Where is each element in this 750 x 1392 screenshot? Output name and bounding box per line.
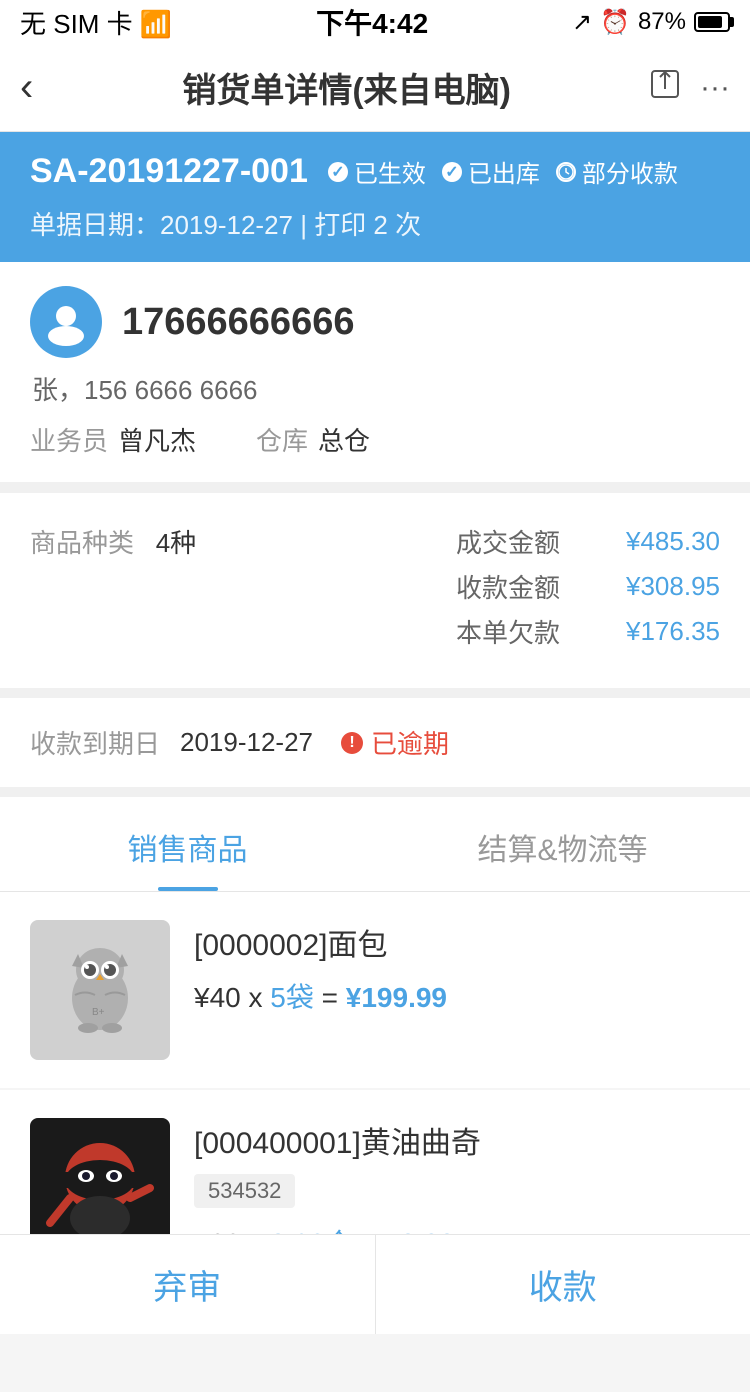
tabs-row: 销售商品 结算&物流等 (0, 797, 750, 891)
share-button[interactable] (650, 69, 680, 107)
status-left: 无 SIM 卡 📶 (20, 4, 172, 41)
collect-button[interactable]: 收款 (376, 1235, 750, 1334)
check-icon: ✓ (328, 162, 348, 182)
received-value: ¥308.95 (580, 571, 720, 602)
tab-sales-products[interactable]: 销售商品 (0, 797, 375, 891)
overdue-badge: ! 已逾期 (329, 720, 461, 765)
alarm-icon: ⏰ (600, 8, 630, 37)
salesperson-label: 业务员 (30, 421, 108, 458)
overdue-icon: ! (341, 732, 363, 754)
stats-section: 商品种类 4种 成交金额 ¥485.30 收款金额 ¥308.95 本单欠款 ¥… (0, 493, 750, 698)
status-time: 下午4:42 (316, 2, 428, 42)
product-card-bread: B+ [0000002]面包 ¥40 x 5袋 = ¥199.99 (0, 892, 750, 1088)
check-icon-2: ✓ (442, 162, 462, 182)
reject-button[interactable]: 弃审 (0, 1235, 376, 1334)
customer-avatar (30, 286, 102, 358)
owed-value: ¥176.35 (580, 616, 720, 647)
warehouse-label: 仓库 (256, 421, 308, 458)
divider-1 (0, 483, 750, 493)
more-button[interactable]: ··· (700, 71, 730, 105)
received-label: 收款金额 (456, 568, 560, 605)
price-value: ¥40 (194, 982, 241, 1013)
doc-date: 单据日期：2019-12-27 | 打印 2 次 (30, 205, 720, 242)
back-button[interactable]: ‹ (20, 65, 43, 110)
product-name-bread: [0000002]面包 (194, 920, 720, 964)
deal-value: ¥485.30 (580, 526, 720, 557)
status-right: ↗ ⏰ 87% (572, 8, 730, 37)
deal-amount: 成交金额 ¥485.30 (456, 523, 720, 560)
product-price-bread: ¥40 x 5袋 = ¥199.99 (194, 976, 720, 1016)
stats-row: 商品种类 4种 成交金额 ¥485.30 收款金额 ¥308.95 本单欠款 ¥… (30, 523, 720, 658)
clock-icon (556, 162, 576, 182)
tabs-section: 销售商品 结算&物流等 (0, 797, 750, 892)
header-banner: SA-20191227-001 ✓ 已生效 ✓ 已出库 部分收款 单据日期 (0, 132, 750, 262)
due-date-value: 2019-12-27 (180, 727, 313, 758)
customer-name-phone: 张，156 6666 6666 (30, 370, 720, 407)
owed-label: 本单欠款 (456, 613, 560, 650)
svg-text:B+: B+ (92, 1007, 105, 1018)
badge-partial: 部分收款 (556, 154, 678, 189)
stats-right: 成交金额 ¥485.30 收款金额 ¥308.95 本单欠款 ¥176.35 (456, 523, 720, 658)
nav-actions: ··· (650, 69, 730, 107)
warehouse-value: 总仓 (318, 421, 370, 458)
tab-settlement[interactable]: 结算&物流等 (375, 797, 750, 891)
due-date-section: 收款到期日 2019-12-27 ! 已逾期 (0, 698, 750, 797)
product-info-bread: [0000002]面包 ¥40 x 5袋 = ¥199.99 (194, 920, 720, 1016)
status-badges: ✓ 已生效 ✓ 已出库 部分收款 (328, 154, 678, 189)
customer-section: 17666666666 张，156 6666 6666 业务员 曾凡杰 仓库 总… (0, 262, 750, 483)
page-title: 销货单详情(来自电脑) (43, 63, 650, 112)
battery-percent: 87% (638, 8, 686, 36)
status-bar: 无 SIM 卡 📶 下午4:42 ↗ ⏰ 87% (0, 0, 750, 44)
customer-phone: 17666666666 (122, 301, 354, 344)
order-header-row: SA-20191227-001 ✓ 已生效 ✓ 已出库 部分收款 (30, 152, 720, 191)
customer-top: 17666666666 (30, 286, 720, 358)
stats-left: 商品种类 4种 (30, 523, 196, 560)
received-amount: 收款金额 ¥308.95 (456, 568, 720, 605)
nav-bar: ‹ 销货单详情(来自电脑) ··· (0, 44, 750, 132)
badge-effective: ✓ 已生效 (328, 154, 426, 189)
types-label: 商品种类 (30, 528, 134, 558)
qty-value: 5袋 (270, 982, 314, 1013)
salesperson-value: 曾凡杰 (118, 421, 196, 458)
product-sku-cookie: 534532 (194, 1174, 295, 1208)
owl-image: B+ (30, 920, 170, 1060)
badge-shipped: ✓ 已出库 (442, 154, 540, 189)
bottom-bar: 弃审 收款 (0, 1234, 750, 1334)
location-icon: ↗ (572, 8, 592, 37)
deal-label: 成交金额 (456, 523, 560, 560)
total-value: ¥199.99 (346, 982, 447, 1013)
overdue-text: 已逾期 (371, 724, 449, 761)
product-name-cookie: [000400001]黄油曲奇 (194, 1118, 720, 1162)
order-id: SA-20191227-001 (30, 152, 308, 191)
customer-meta: 业务员 曾凡杰 仓库 总仓 (30, 421, 720, 458)
owed-amount: 本单欠款 ¥176.35 (456, 613, 720, 650)
product-thumb-bread: B+ (30, 920, 170, 1060)
battery-icon (694, 12, 730, 32)
types-count: 4种 (156, 528, 196, 558)
products-section: B+ [0000002]面包 ¥40 x 5袋 = ¥199.99 (0, 892, 750, 1290)
due-label: 收款到期日 (30, 724, 160, 761)
